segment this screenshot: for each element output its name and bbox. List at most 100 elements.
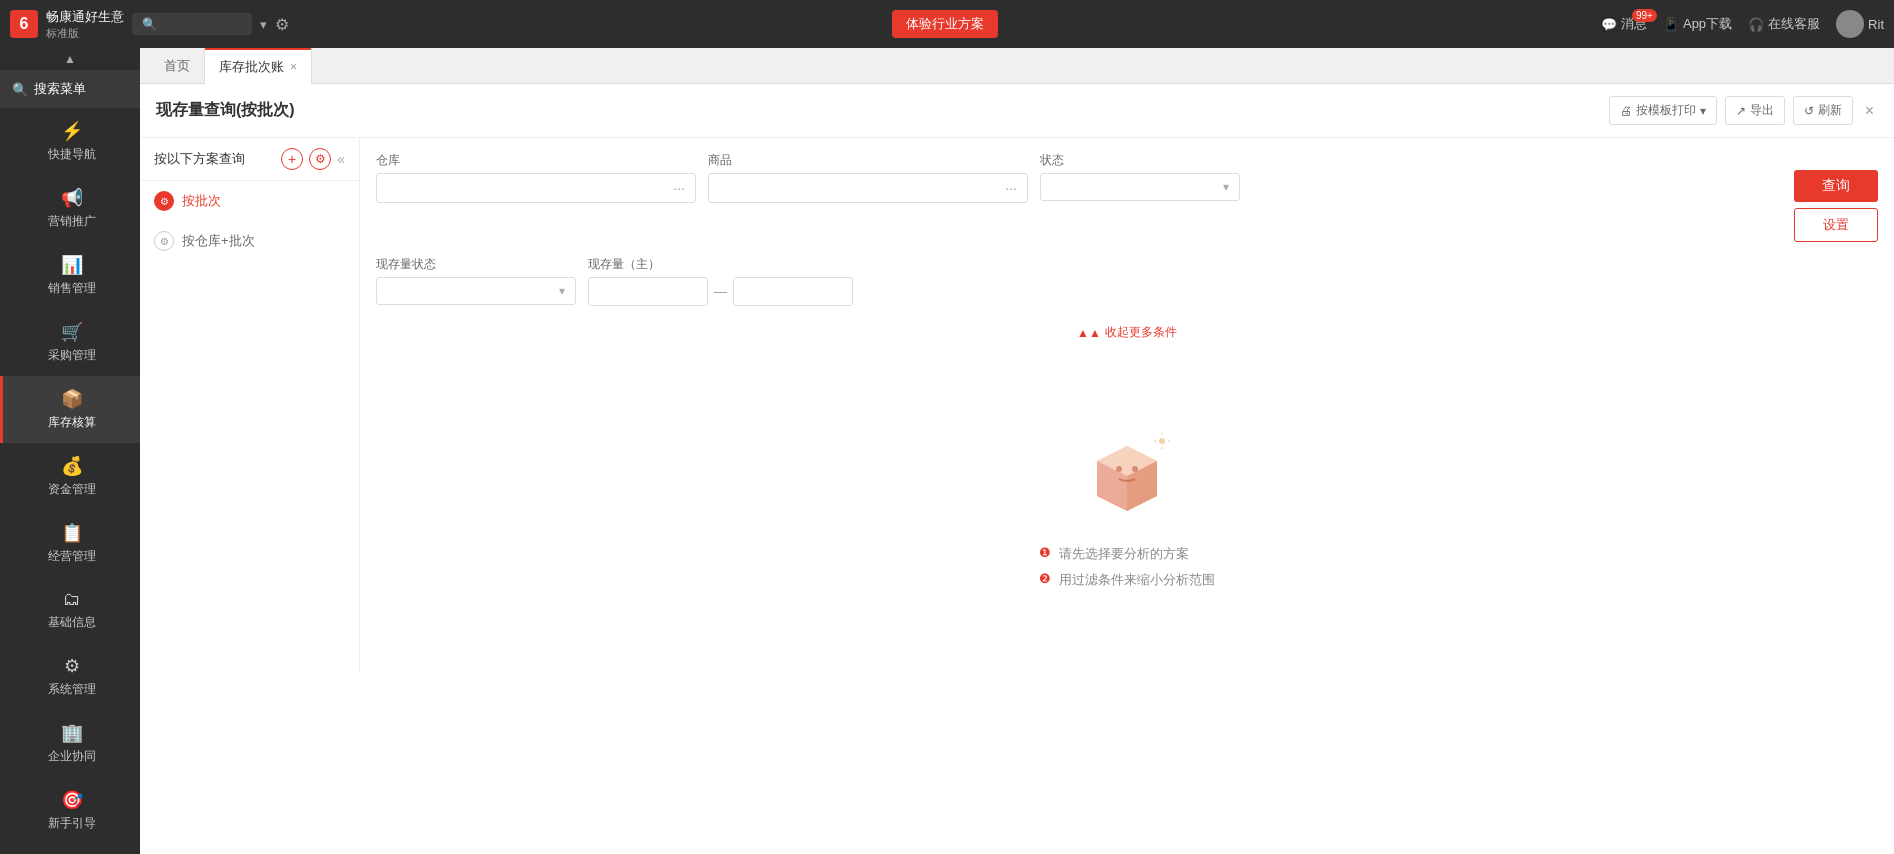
brand-sub: 标准版: [46, 26, 124, 41]
export-button[interactable]: ↗ 导出: [1725, 96, 1785, 125]
sales-icon: 📊: [61, 254, 83, 276]
template-print-button[interactable]: 🖨 按模板打印 ▾: [1609, 96, 1717, 125]
filter-right: 仓库 ··· 商品 ···: [360, 138, 1894, 671]
warehouse-field: 仓库 ···: [376, 152, 696, 203]
status-field: 状态 ▾: [1040, 152, 1240, 201]
topbar-search-box[interactable]: 🔍: [132, 13, 252, 35]
sidebar: ▲ 🔍 搜索菜单 ⚡ 快捷导航 📢 营销推广 📊 销售管理 🛒 采购管理 📦 库…: [0, 48, 140, 854]
sidebar-search-icon: 🔍: [12, 82, 28, 97]
page-actions: 🖨 按模板打印 ▾ ↗ 导出 ↺ 刷新: [1609, 96, 1853, 125]
tab-batch-account[interactable]: 库存批次账 ×: [204, 48, 312, 85]
online-service-label: 在线客服: [1768, 15, 1820, 33]
page-close-button[interactable]: ×: [1861, 98, 1878, 124]
svg-point-4: [1116, 466, 1122, 472]
filter-panel: 按以下方案查询 + ⚙ « ⚙ 按批次: [140, 138, 1894, 671]
sidebar-item-inventory[interactable]: 📦 库存核算: [0, 376, 140, 443]
scheme-header-label: 按以下方案查询: [154, 150, 245, 168]
messages-badge: 99+: [1632, 9, 1657, 22]
filter-settings-button[interactable]: 设置: [1794, 208, 1878, 242]
trial-button[interactable]: 体验行业方案: [892, 10, 998, 38]
refresh-icon: ↺: [1804, 104, 1814, 118]
warehouse-label: 仓库: [376, 152, 696, 169]
stock-status-field: 现存量状态 ▾: [376, 256, 576, 305]
tab-close-icon[interactable]: ×: [290, 60, 297, 74]
sidebar-item-label: 采购管理: [48, 347, 96, 364]
app-download-icon: 📱: [1663, 17, 1679, 32]
sidebar-scroll-up[interactable]: ▲: [0, 48, 140, 70]
guide-icon: 🎯: [61, 789, 83, 811]
app-download-item[interactable]: 📱 App下载: [1663, 15, 1732, 33]
tab-home[interactable]: 首页: [150, 49, 204, 83]
content-area: 首页 库存批次账 × 现存量查询(按批次) 🖨 按模板打印 ▾: [140, 48, 1894, 854]
sidebar-item-sales[interactable]: 📊 销售管理: [0, 242, 140, 309]
scheme-collapse-button[interactable]: «: [337, 151, 345, 167]
online-service-item[interactable]: 🎧 在线客服: [1748, 15, 1820, 33]
tab-home-label: 首页: [164, 57, 190, 75]
scheme-panel: 按以下方案查询 + ⚙ « ⚙ 按批次: [140, 138, 360, 671]
sidebar-search[interactable]: 🔍 搜索菜单: [0, 70, 140, 108]
topbar-right: 💬 消息 99+ 📱 App下载 🎧 在线客服 Rit: [1601, 10, 1884, 38]
stock-status-label: 现存量状态: [376, 256, 576, 273]
collapse-chevron-up-icon: ▲▲: [1077, 326, 1101, 340]
status-select[interactable]: ▾: [1040, 173, 1240, 201]
sidebar-item-label: 销售管理: [48, 280, 96, 297]
tab-batch-account-label: 库存批次账: [219, 58, 284, 76]
user-name: Rit: [1868, 17, 1884, 32]
sidebar-item-operations[interactable]: 📋 经营管理: [0, 510, 140, 577]
svg-point-5: [1132, 466, 1138, 472]
finance-icon: 💰: [61, 455, 83, 477]
page-title: 现存量查询(按批次): [156, 100, 295, 121]
sidebar-item-marketing[interactable]: 📢 营销推广: [0, 175, 140, 242]
topbar: 6 畅康通好生意 标准版 🔍 ▾ ⚙ 体验行业方案 💬 消息 99+ 📱 App…: [0, 0, 1894, 48]
refresh-button[interactable]: ↺ 刷新: [1793, 96, 1853, 125]
scheme-item-warehouse-batch-label: 按仓库+批次: [182, 232, 255, 250]
sidebar-item-label: 基础信息: [48, 614, 96, 631]
sidebar-item-purchase[interactable]: 🛒 采购管理: [0, 309, 140, 376]
settings-scheme-button[interactable]: ⚙: [309, 148, 331, 170]
sidebar-item-enterprise[interactable]: 🏢 企业协同: [0, 710, 140, 777]
topbar-settings-icon[interactable]: ⚙: [275, 15, 289, 34]
operations-icon: 📋: [61, 522, 83, 544]
scheme-item-batch-label: 按批次: [182, 192, 221, 210]
tab-bar: 首页 库存批次账 ×: [140, 48, 1894, 84]
product-input[interactable]: ···: [708, 173, 1028, 203]
export-icon: ↗: [1736, 104, 1746, 118]
sidebar-item-quick-nav[interactable]: ⚡ 快捷导航: [0, 108, 140, 175]
svg-point-6: [1159, 438, 1165, 444]
status-chevron-icon: ▾: [1223, 180, 1229, 194]
add-scheme-button[interactable]: +: [281, 148, 303, 170]
print-dropdown-icon: ▾: [1700, 104, 1706, 118]
messages-item[interactable]: 💬 消息 99+: [1601, 15, 1647, 33]
empty-illustration: [1077, 421, 1177, 521]
product-label: 商品: [708, 152, 1028, 169]
sidebar-item-label: 经营管理: [48, 548, 96, 565]
stock-qty-to-input[interactable]: [733, 277, 853, 306]
sidebar-item-finance[interactable]: 💰 资金管理: [0, 443, 140, 510]
sidebar-item-apps[interactable]: 📱 应用中心: [0, 844, 140, 854]
scheme-item-warehouse-batch[interactable]: ⚙ 按仓库+批次: [140, 221, 359, 261]
user-item[interactable]: Rit: [1836, 10, 1884, 38]
sidebar-item-basic[interactable]: 🗂 基础信息: [0, 577, 140, 643]
sidebar-item-label: 营销推广: [48, 213, 96, 230]
scheme-item-batch[interactable]: ⚙ 按批次: [140, 181, 359, 221]
sidebar-item-guide[interactable]: 🎯 新手引导: [0, 777, 140, 844]
sidebar-item-label: 新手引导: [48, 815, 96, 832]
stock-status-select[interactable]: ▾: [376, 277, 576, 305]
topbar-left: 6 畅康通好生意 标准版 🔍 ▾ ⚙: [10, 8, 289, 41]
sidebar-item-system[interactable]: ⚙ 系统管理: [0, 643, 140, 710]
tip-text-1: 请先选择要分析的方案: [1059, 545, 1189, 563]
collapse-more-btn[interactable]: ▲▲ 收起更多条件: [1077, 324, 1177, 341]
topbar-dropdown[interactable]: ▾: [260, 17, 267, 32]
sidebar-item-label: 系统管理: [48, 681, 96, 698]
product-dots[interactable]: ···: [1005, 180, 1017, 196]
product-field: 商品 ···: [708, 152, 1028, 203]
main-layout: ▲ 🔍 搜索菜单 ⚡ 快捷导航 📢 营销推广 📊 销售管理 🛒 采购管理 📦 库…: [0, 48, 1894, 854]
avatar: [1836, 10, 1864, 38]
purchase-icon: 🛒: [61, 321, 83, 343]
stock-qty-from-input[interactable]: [588, 277, 708, 306]
warehouse-input[interactable]: ···: [376, 173, 696, 203]
warehouse-dots[interactable]: ···: [673, 180, 685, 196]
page-header: 现存量查询(按批次) 🖨 按模板打印 ▾ ↗ 导出 ↺: [140, 84, 1894, 138]
quick-nav-icon: ⚡: [61, 120, 83, 142]
query-button[interactable]: 查询: [1794, 170, 1878, 202]
